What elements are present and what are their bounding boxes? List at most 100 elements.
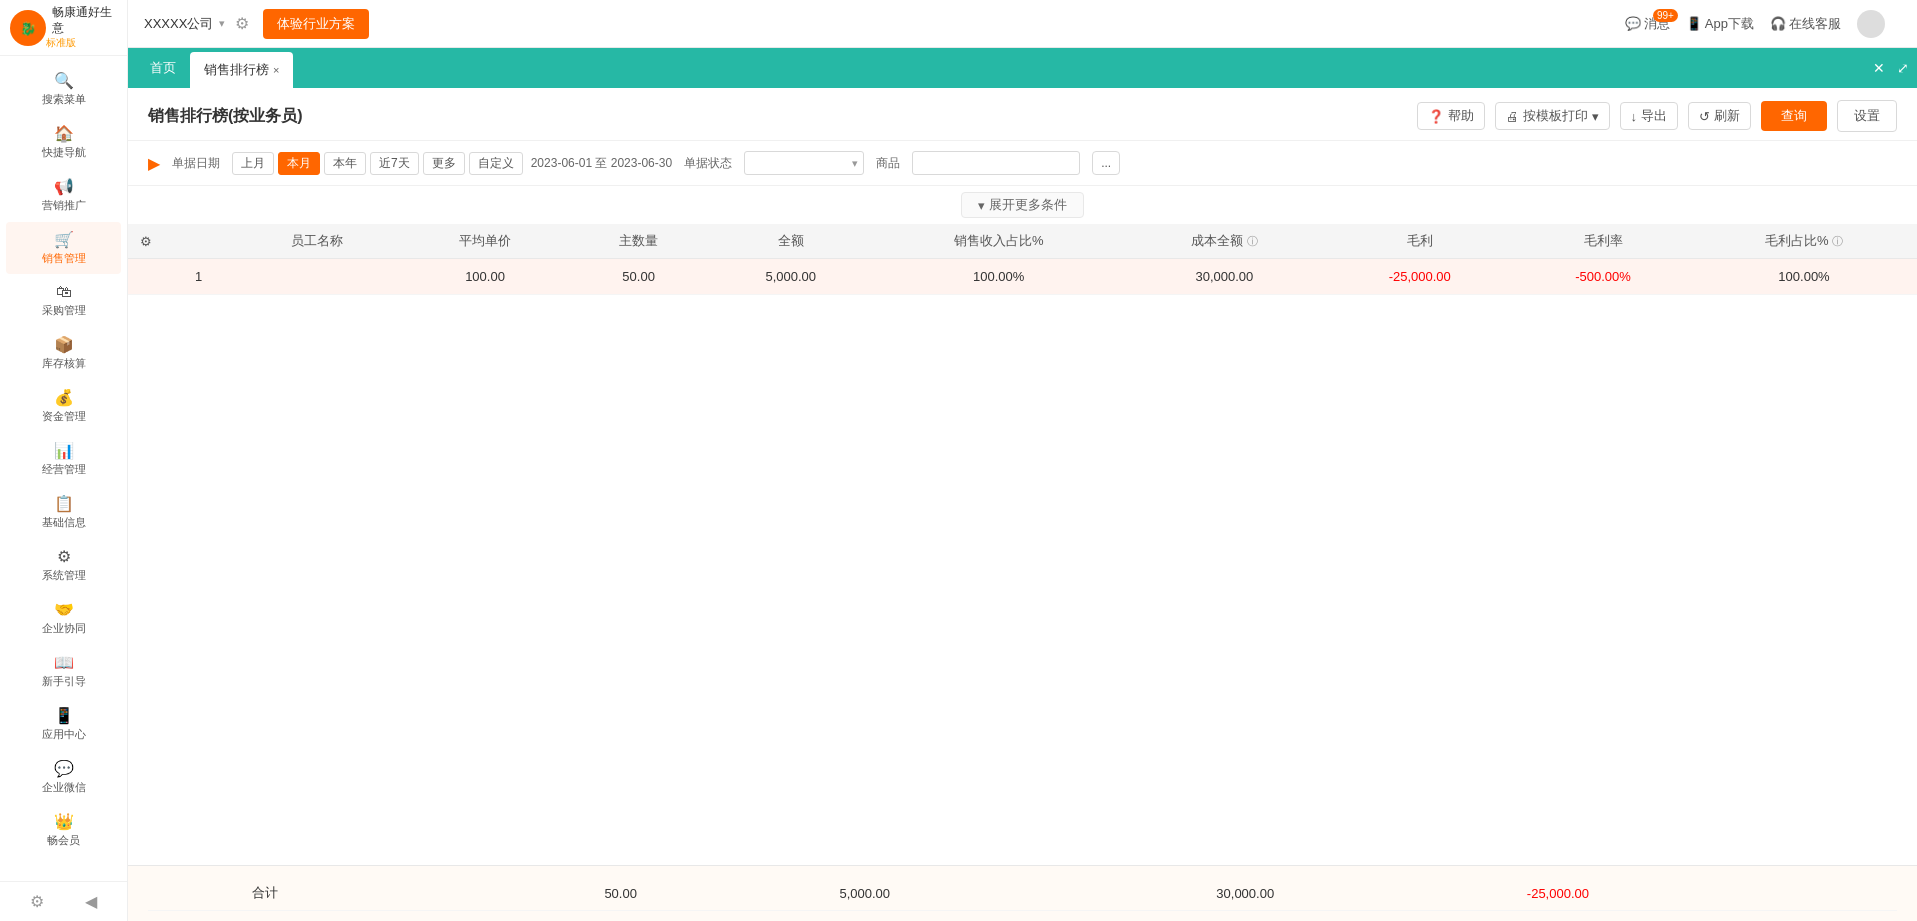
filter-row: ▶ 单据日期 上月 本月 本年 近7天 更多 自定义 2023-06-01 至 … [148,151,1897,175]
marketing-icon: 📢 [54,177,74,196]
date-label: 单据日期 [172,155,220,172]
date-custom[interactable]: 自定义 [469,152,523,175]
date-7days[interactable]: 近7天 [370,152,419,175]
sidebar-nav: 🔍 搜索菜单 🏠 快捷导航 📢 营销推广 🛒 销售管理 🛍 采购管理 📦 库存核… [0,56,127,881]
sidebar-item-sales[interactable]: 🛒 销售管理 [6,222,121,274]
row-profit: -25,000.00 [1325,259,1515,295]
sidebar-item-guide[interactable]: 📖 新手引导 [6,645,121,697]
expand-more-btn[interactable]: ▾ 展开更多条件 [961,192,1084,218]
trial-button[interactable]: 体验行业方案 [263,9,369,39]
message-badge: 99+ [1653,9,1678,22]
export-button[interactable]: ↓ 导出 [1620,102,1679,130]
print-icon: 🖨 [1506,109,1519,124]
page-header: 销售排行榜(按业务员) ❓ 帮助 🖨 按模板打印 ▾ ↓ 导出 ↺ 刷新 [128,88,1917,141]
row-name [233,259,401,295]
table-row: 1 100.00 50.00 5,000.00 100.00% 30,000.0… [128,259,1917,295]
sidebar-item-shortcut[interactable]: 🏠 快捷导航 [6,116,121,168]
goods-input[interactable] [912,151,1080,175]
tabbar-close-icon[interactable]: ✕ [1873,60,1885,76]
sidebar-item-label-wechat: 企业微信 [42,780,86,795]
sidebar-item-system[interactable]: ⚙ 系统管理 [6,539,121,591]
app-download-button[interactable]: 📱 App下载 [1686,15,1754,33]
sidebar-item-label-search: 搜索菜单 [42,92,86,107]
status-select[interactable] [744,151,864,175]
message-button[interactable]: 💬 消息 99+ [1625,15,1670,33]
message-icon: 💬 [1625,16,1641,31]
goods-more-btn[interactable]: ... [1092,151,1120,175]
sidebar-item-label-purchase: 采购管理 [42,303,86,318]
online-service-button[interactable]: 🎧 在线客服 [1770,15,1841,33]
footer-profit-rate [1718,876,1807,911]
company-selector[interactable]: XXXXX公司 ▾ [144,15,225,33]
date-last-month[interactable]: 上月 [232,152,274,175]
logo-text: 畅康通好生意 [52,5,117,36]
avatar[interactable] [1857,10,1885,38]
expand-down-icon: ▾ [978,198,985,213]
page-title: 销售排行榜(按业务员) [148,106,1417,127]
sidebar-item-label-operations: 经营管理 [42,462,86,477]
tab-sales-rank[interactable]: 销售排行榜 × [190,52,293,88]
sidebar-item-apps[interactable]: 📱 应用中心 [6,698,121,750]
sidebar-item-wechat[interactable]: 💬 企业微信 [6,751,121,803]
sidebar: 🐉 畅康通好生意 标准版 🔍 搜索菜单 🏠 快捷导航 📢 营销推广 🛒 销售管理… [0,0,128,921]
logo-sub: 标准版 [46,36,117,50]
profit-pct-info-icon[interactable]: ⓘ [1832,235,1843,247]
row-quantity: 50.00 [569,259,708,295]
sidebar-settings-icon[interactable]: ⚙ [30,892,44,911]
row-sales-pct: 100.00% [873,259,1124,295]
help-button[interactable]: ❓ 帮助 [1417,102,1485,130]
sidebar-item-collab[interactable]: 🤝 企业协同 [6,592,121,644]
sidebar-item-label-inventory: 库存核算 [42,356,86,371]
basic-icon: 📋 [54,494,74,513]
sidebar-item-search[interactable]: 🔍 搜索菜单 [6,63,121,115]
footer-avg-price [426,876,515,911]
row-profit-pct: 100.00% [1691,259,1917,295]
goods-label: 商品 [876,155,900,172]
table-header-row: ⚙ 员工名称 平均单价 主数量 全额 销售收入占比% 成本全额 ⓘ 毛利 毛利率… [128,224,1917,259]
cost-info-icon[interactable]: ⓘ [1247,235,1258,247]
tab-close-icon[interactable]: × [273,64,279,76]
data-table: ⚙ 员工名称 平均单价 主数量 全额 销售收入占比% 成本全额 ⓘ 毛利 毛利率… [128,224,1917,295]
col-name: 员工名称 [233,224,401,259]
sidebar-item-label-member: 畅会员 [47,833,80,848]
filter-toggle-icon[interactable]: ▶ [148,154,160,173]
sidebar-item-member[interactable]: 👑 畅会员 [6,804,121,856]
sales-icon: 🛒 [54,230,74,249]
sidebar-item-basic[interactable]: 📋 基础信息 [6,486,121,538]
date-group: 上月 本月 本年 近7天 更多 自定义 2023-06-01 至 2023-06… [232,152,672,175]
col-profit-rate: 毛利率 [1515,224,1691,259]
shortcut-icon: 🏠 [54,124,74,143]
footer-cost: 30,000.00 [1093,876,1398,911]
row-cost: 30,000.00 [1124,259,1324,295]
sidebar-collapse-icon[interactable]: ◀ [85,892,97,911]
app-icon: 📱 [1686,16,1702,31]
footer-profit: -25,000.00 [1398,876,1719,911]
col-sales-pct: 销售收入占比% [873,224,1124,259]
guide-icon: 📖 [54,653,74,672]
date-this-month[interactable]: 本月 [278,152,320,175]
sidebar-item-marketing[interactable]: 📢 营销推广 [6,169,121,221]
sidebar-item-purchase[interactable]: 🛍 采购管理 [6,275,121,326]
topbar-right: 💬 消息 99+ 📱 App下载 🎧 在线客服 [1625,10,1901,38]
date-this-year[interactable]: 本年 [324,152,366,175]
sidebar-item-label-system: 系统管理 [42,568,86,583]
settings-button[interactable]: 设置 [1837,100,1897,132]
sidebar-item-label-marketing: 营销推广 [42,198,86,213]
query-button[interactable]: 查询 [1761,101,1827,131]
col-rank [164,224,233,259]
print-button[interactable]: 🖨 按模板打印 ▾ [1495,102,1610,130]
refresh-button[interactable]: ↺ 刷新 [1688,102,1751,130]
date-more[interactable]: 更多 [423,152,465,175]
sidebar-item-finance[interactable]: 💰 资金管理 [6,380,121,432]
sidebar-item-operations[interactable]: 📊 经营管理 [6,433,121,485]
col-settings[interactable]: ⚙ [128,224,164,259]
sidebar-item-label-guide: 新手引导 [42,674,86,689]
sidebar-item-inventory[interactable]: 📦 库存核算 [6,327,121,379]
col-cost: 成本全额 ⓘ [1124,224,1324,259]
topbar-settings-icon[interactable]: ⚙ [235,14,249,33]
tab-home[interactable]: 首页 [136,48,190,88]
apps-icon: 📱 [54,706,74,725]
col-amount: 全额 [708,224,873,259]
sidebar-item-label-finance: 资金管理 [42,409,86,424]
tabbar-expand-icon[interactable]: ⤢ [1897,60,1909,76]
